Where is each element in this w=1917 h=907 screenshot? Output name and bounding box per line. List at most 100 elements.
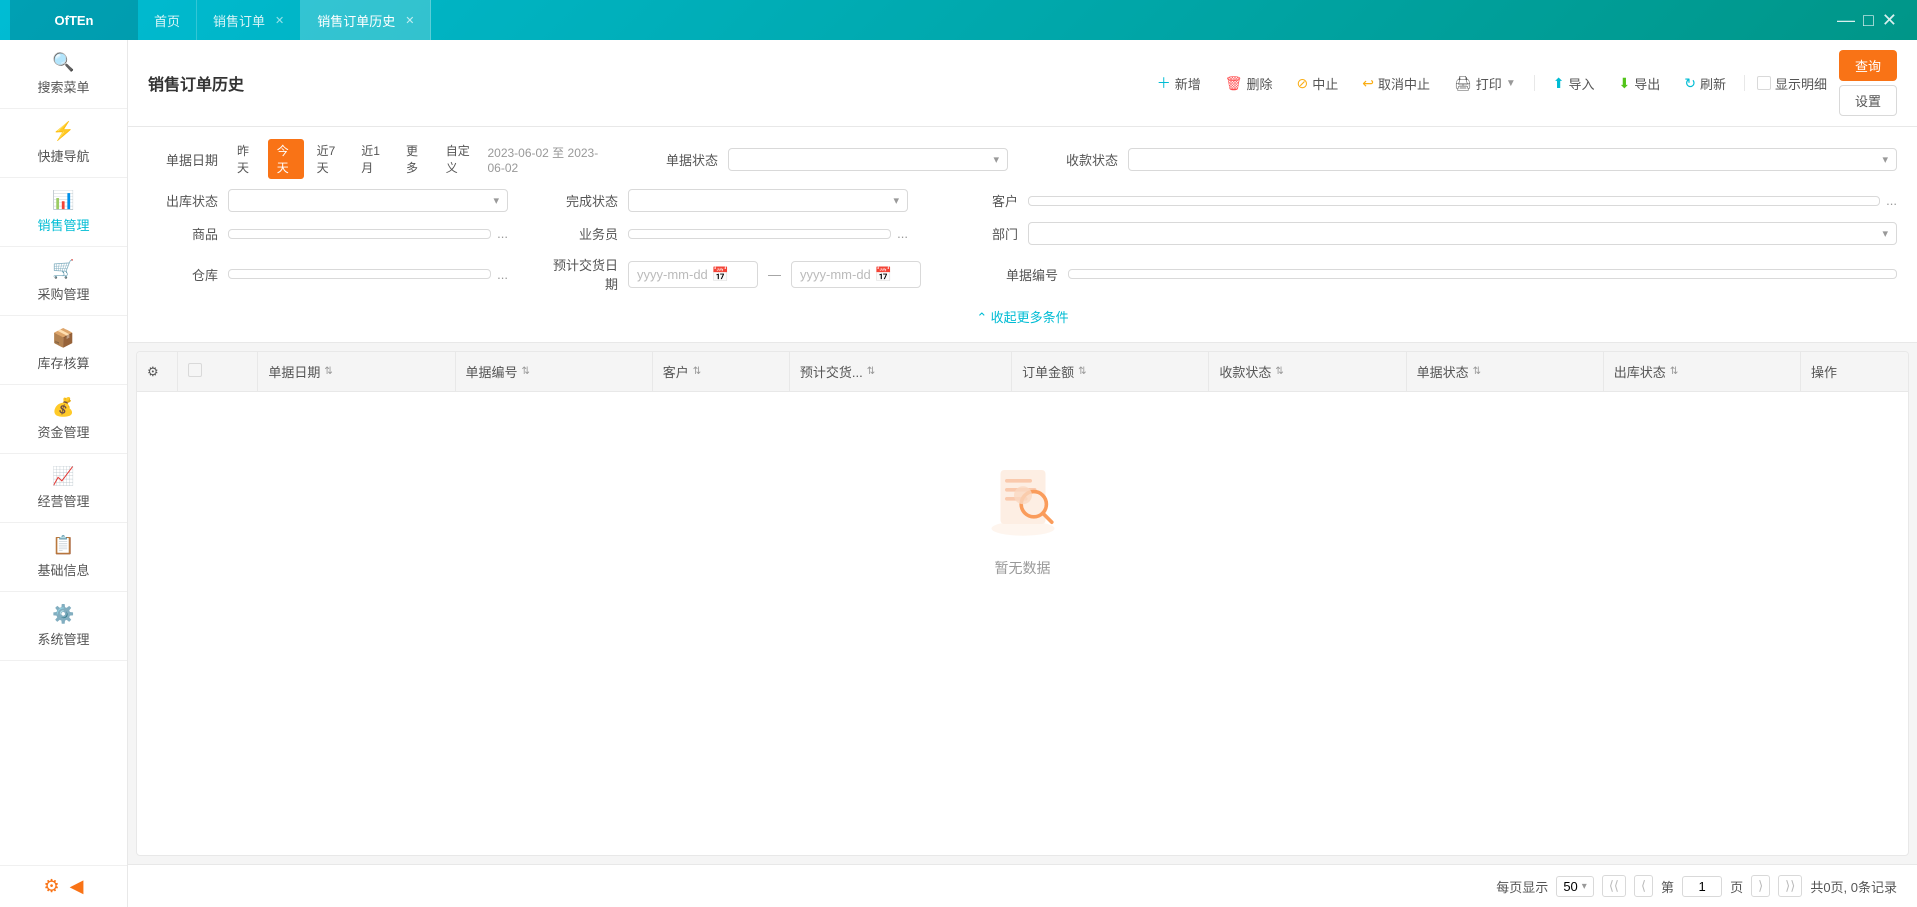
customer-label: 客户 — [948, 191, 1028, 210]
prev-page-button[interactable]: ⟨ — [1634, 875, 1653, 897]
select-all-checkbox[interactable] — [188, 363, 202, 377]
th-doc-status-sort[interactable]: 单据状态 ⇅ — [1417, 362, 1593, 381]
date-btn-7days[interactable]: 近7天 — [308, 139, 349, 179]
filter-row-3: 商品 ... 业务员 ... 部门 ▾ — [148, 222, 1897, 245]
quick-nav-icon: ⚡ — [52, 121, 74, 142]
stop-button[interactable]: ⊘ 中止 — [1291, 70, 1345, 97]
date-btn-yesterday[interactable]: 昨天 — [228, 139, 264, 179]
th-operation: 操作 — [1801, 352, 1908, 392]
sidebar-item-system[interactable]: ⚙️ 系统管理 — [0, 592, 127, 661]
customer-dots[interactable]: ... — [1886, 193, 1897, 208]
new-button[interactable]: ＋ 新增 — [1151, 69, 1207, 97]
sidebar-item-finance[interactable]: 💰 资金管理 — [0, 385, 127, 454]
th-payment-sort[interactable]: 收款状态 ⇅ — [1219, 362, 1395, 381]
sidebar-item-inventory[interactable]: 📦 库存核算 — [0, 316, 127, 385]
th-customer-sort[interactable]: 客户 ⇅ — [663, 362, 779, 381]
delete-label: 删除 — [1247, 74, 1273, 93]
sidebar-item-sales[interactable]: 📊 销售管理 — [0, 178, 127, 247]
show-detail-checkbox[interactable] — [1757, 76, 1771, 90]
query-button[interactable]: 查询 — [1839, 50, 1897, 81]
warehouse-input[interactable] — [228, 269, 491, 279]
show-detail-toggle[interactable]: 显示明细 — [1757, 74, 1827, 93]
new-label: 新增 — [1175, 74, 1201, 93]
complete-select[interactable]: ▾ — [628, 189, 908, 212]
sidebar-item-basic[interactable]: 📋 基础信息 — [0, 523, 127, 592]
collapse-button[interactable]: ⌃ 收起更多条件 — [148, 303, 1897, 330]
refresh-label: 刷新 — [1700, 74, 1726, 93]
delete-button[interactable]: 🗑 删除 — [1219, 70, 1279, 97]
next-page-button[interactable]: ⟩ — [1751, 875, 1770, 897]
cancel-stop-button[interactable]: ↩ 取消中止 — [1356, 70, 1436, 97]
tab-sales-order-history-close[interactable]: ✕ — [405, 14, 414, 27]
tab-sales-order-history[interactable]: 销售订单历史 ✕ — [301, 0, 431, 40]
import-label: 导入 — [1568, 74, 1594, 93]
tab-sales-order-close[interactable]: ✕ — [275, 14, 284, 27]
salesman-dots[interactable]: ... — [897, 226, 908, 241]
toolbar-sep1 — [1534, 75, 1535, 91]
search-menu-icon: 🔍 — [52, 52, 74, 73]
sidebar-item-purchase[interactable]: 🛒 采购管理 — [0, 247, 127, 316]
th-amount-sort[interactable]: 订单金额 ⇅ — [1022, 362, 1198, 381]
th-out-status-sort[interactable]: 出库状态 ⇅ — [1614, 362, 1790, 381]
toolbar: ＋ 新增 🗑 删除 ⊘ 中止 ↩ 取消中止 — [1151, 50, 1897, 116]
setting-button[interactable]: 设置 — [1839, 85, 1897, 116]
settings-bottom-icon[interactable]: ⚙ — [44, 876, 60, 897]
payment-select[interactable]: ▾ — [1128, 148, 1897, 171]
th-date-sort[interactable]: 单据日期 ⇅ — [268, 362, 444, 381]
collapse-sidebar-icon[interactable]: ◀ — [70, 876, 84, 897]
th-date-sort-icon: ⇅ — [324, 366, 332, 377]
goods-dots[interactable]: ... — [497, 226, 508, 241]
th-amount-sort-icon: ⇅ — [1078, 366, 1086, 377]
close-icon[interactable]: ✕ — [1882, 10, 1897, 31]
th-customer-label: 客户 — [663, 362, 689, 381]
maximize-icon[interactable]: □ — [1863, 10, 1874, 31]
operation-icon: 📈 — [52, 466, 74, 487]
complete-chevron-icon: ▾ — [893, 194, 899, 207]
print-button[interactable]: 🖨 打印 ▼ — [1448, 70, 1522, 97]
import-button[interactable]: ⬆ 导入 — [1547, 70, 1601, 97]
th-amount-label: 订单金额 — [1022, 362, 1074, 381]
date-btn-1month[interactable]: 近1月 — [352, 139, 393, 179]
out-stock-select[interactable]: ▾ — [228, 189, 508, 212]
export-button[interactable]: ⬇ 导出 — [1612, 70, 1666, 97]
status-select[interactable]: ▾ — [728, 148, 1008, 171]
sidebar-item-search-menu[interactable]: 🔍 搜索菜单 — [0, 40, 127, 109]
sidebar-item-quick-nav-label: 快捷导航 — [37, 146, 89, 165]
page-size-select[interactable]: 50 ▾ — [1556, 876, 1594, 897]
page-number-input[interactable] — [1682, 876, 1722, 897]
tab-sales-order-history-label: 销售订单历史 — [317, 11, 395, 30]
th-out-status-sort-icon: ⇅ — [1670, 366, 1678, 377]
doc-number-input[interactable] — [1068, 269, 1897, 279]
th-number-sort[interactable]: 单据编号 ⇅ — [466, 362, 642, 381]
tab-sales-order[interactable]: 销售订单 ✕ — [197, 0, 301, 40]
collapse-arrow-icon: ⌃ — [976, 310, 987, 325]
salesman-input[interactable] — [628, 229, 891, 239]
out-stock-label: 出库状态 — [148, 191, 228, 210]
column-settings-icon[interactable]: ⚙ — [147, 364, 159, 379]
delivery-date-end[interactable]: yyyy-mm-dd 📅 — [791, 261, 921, 288]
first-page-button[interactable]: ⟨⟨ — [1602, 875, 1626, 897]
sidebar-item-quick-nav[interactable]: ⚡ 快捷导航 — [0, 109, 127, 178]
goods-input[interactable] — [228, 229, 491, 239]
th-delivery-sort-icon: ⇅ — [867, 366, 875, 377]
date-btn-more[interactable]: 更多 — [397, 139, 433, 179]
th-delivery-sort[interactable]: 预计交货... ⇅ — [800, 362, 1001, 381]
sidebar-item-operation[interactable]: 📈 经营管理 — [0, 454, 127, 523]
minimize-icon[interactable]: — — [1837, 10, 1855, 31]
refresh-button[interactable]: ↻ 刷新 — [1678, 70, 1732, 97]
customer-input[interactable] — [1028, 196, 1880, 206]
page-size-chevron-icon: ▾ — [1582, 881, 1587, 892]
tab-home[interactable]: 首页 — [138, 0, 197, 40]
empty-state: 暂无数据 — [137, 392, 1908, 638]
date-btn-today[interactable]: 今天 — [268, 139, 304, 179]
last-page-button[interactable]: ⟩⟩ — [1778, 875, 1802, 897]
th-number: 单据编号 ⇅ — [455, 352, 652, 392]
new-icon: ＋ — [1157, 73, 1171, 93]
delivery-date-start[interactable]: yyyy-mm-dd 📅 — [628, 261, 758, 288]
purchase-icon: 🛒 — [52, 259, 74, 280]
print-label: 打印 — [1476, 74, 1502, 93]
date-btn-custom[interactable]: 自定义 — [437, 139, 482, 179]
date-filter-label: 单据日期 — [148, 150, 228, 169]
warehouse-dots[interactable]: ... — [497, 267, 508, 282]
dept-select[interactable]: ▾ — [1028, 222, 1897, 245]
